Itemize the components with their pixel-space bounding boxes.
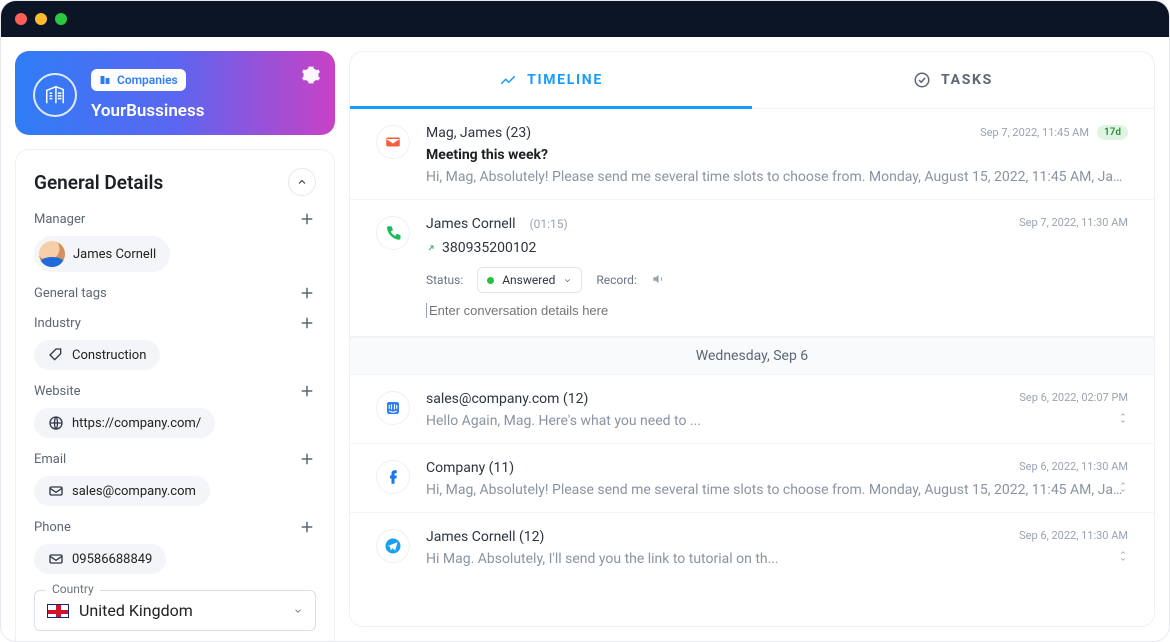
timeline-item[interactable]: James Cornell (12) Hi Mag. Absolutely, I… — [350, 513, 1154, 581]
website-chip[interactable]: https://company.com/ — [34, 408, 215, 438]
timeline-author: James Cornell — [426, 216, 516, 232]
manager-name: James Cornell — [73, 247, 156, 262]
minimize-window-icon[interactable] — [35, 13, 47, 25]
timeline-author: sales@company.com (12) — [426, 391, 588, 407]
call-number: 380935200102 — [442, 240, 536, 256]
conversation-details-input[interactable] — [426, 303, 1128, 318]
intercom-icon — [376, 391, 410, 425]
timeline-preview: Hello Again, Mag. Here's what you need t… — [426, 413, 1128, 429]
country-label: Country — [46, 582, 100, 596]
facebook-icon — [376, 460, 410, 494]
timeline-time: Sep 6, 2022, 02:07 PM — [1019, 391, 1128, 404]
add-tag-button[interactable] — [298, 284, 316, 302]
manager-label: Manager — [34, 212, 85, 227]
company-header-card: Companies YourBussiness — [15, 51, 335, 135]
mail-icon — [48, 483, 64, 499]
mail-icon — [48, 551, 64, 567]
status-dot-icon — [487, 277, 494, 284]
settings-icon[interactable] — [301, 65, 321, 85]
industry-value: Construction — [72, 348, 146, 363]
tab-timeline[interactable]: TIMELINE — [350, 52, 752, 108]
content-area: Companies YourBussiness General Details … — [1, 37, 1169, 641]
status-value: Answered — [502, 273, 555, 287]
manager-chip[interactable]: James Cornell — [34, 236, 170, 272]
timeline-author: Mag, James (23) — [426, 125, 531, 141]
email-icon — [376, 125, 410, 159]
panel-title: General Details — [34, 171, 163, 194]
collapse-panel-button[interactable] — [288, 168, 316, 196]
website-label: Website — [34, 384, 81, 399]
close-window-icon[interactable] — [15, 13, 27, 25]
email-chip[interactable]: sales@company.com — [34, 476, 210, 506]
timeline-preview: Hi Mag. Absolutely, I'll send you the li… — [426, 551, 1128, 567]
telegram-icon — [376, 529, 410, 563]
add-manager-button[interactable] — [298, 210, 316, 228]
add-phone-button[interactable] — [298, 518, 316, 536]
country-value: United Kingdom — [79, 601, 193, 620]
left-pane: Companies YourBussiness General Details … — [15, 51, 335, 627]
country-field[interactable]: Country United Kingdom — [34, 590, 316, 631]
email-value: sales@company.com — [72, 484, 196, 499]
timeline-time: Sep 7, 2022, 11:45 AM — [980, 126, 1089, 139]
timeline-item[interactable]: Mag, James (23) Meeting this week? Hi, M… — [350, 109, 1154, 200]
tab-bar: TIMELINE TASKS — [350, 52, 1154, 109]
tab-tasks[interactable]: TASKS — [752, 52, 1154, 108]
day-divider: Wednesday, Sep 6 — [350, 337, 1154, 375]
maximize-window-icon[interactable] — [55, 13, 67, 25]
timeline-icon — [499, 71, 517, 89]
breadcrumb-label: Companies — [117, 73, 178, 87]
tasks-icon — [913, 71, 931, 89]
window-titlebar — [1, 1, 1169, 37]
phone-value: 09586688849 — [72, 552, 152, 567]
timeline-subject: Meeting this week? — [426, 147, 1128, 163]
expand-icon[interactable] — [1118, 411, 1128, 425]
timeline-feed[interactable]: Mag, James (23) Meeting this week? Hi, M… — [350, 109, 1154, 626]
call-status-select[interactable]: Answered — [477, 267, 582, 293]
industry-label: Industry — [34, 316, 81, 331]
right-pane: TIMELINE TASKS Mag, James (23) Meeting t… — [349, 51, 1155, 627]
timeline-author: Company (11) — [426, 460, 514, 476]
chevron-down-icon — [563, 276, 572, 285]
globe-icon — [48, 415, 64, 431]
call-duration: (01:15) — [530, 217, 568, 231]
phone-label: Phone — [34, 520, 71, 535]
website-value: https://company.com/ — [72, 416, 201, 431]
chevron-down-icon — [293, 606, 303, 616]
phone-chip[interactable]: 09586688849 — [34, 544, 166, 574]
status-label: Status: — [426, 273, 463, 287]
call-icon — [376, 216, 410, 250]
app-window: Companies YourBussiness General Details … — [0, 0, 1170, 642]
timeline-time: Sep 6, 2022, 11:30 AM — [1019, 460, 1128, 473]
tag-icon — [48, 347, 64, 363]
email-label: Email — [34, 452, 66, 467]
expand-icon[interactable] — [1118, 480, 1128, 494]
timeline-time: Sep 7, 2022, 11:30 AM — [1019, 216, 1128, 229]
timeline-item[interactable]: James Cornell (01:15) 380935200102 Statu… — [350, 200, 1154, 337]
outgoing-arrow-icon — [426, 238, 436, 257]
general-details-panel: General Details Manager James Cornell Ge… — [15, 149, 335, 641]
timeline-item[interactable]: sales@company.com (12) Hello Again, Mag.… — [350, 375, 1154, 444]
add-industry-button[interactable] — [298, 314, 316, 332]
breadcrumb-companies[interactable]: Companies — [91, 69, 186, 91]
tab-timeline-label: TIMELINE — [527, 72, 603, 88]
tab-tasks-label: TASKS — [941, 72, 993, 88]
add-email-button[interactable] — [298, 450, 316, 468]
age-badge: 17d — [1097, 125, 1128, 140]
timeline-item[interactable]: Company (11) Hi, Mag, Absolutely! Please… — [350, 444, 1154, 513]
industry-chip[interactable]: Construction — [34, 340, 160, 370]
avatar — [39, 241, 65, 267]
flag-icon — [47, 604, 69, 618]
company-title: YourBussiness — [91, 101, 204, 121]
timeline-preview: Hi, Mag, Absolutely! Please send me seve… — [426, 482, 1128, 498]
timeline-time: Sep 6, 2022, 11:30 AM — [1019, 529, 1128, 542]
building-icon — [33, 73, 77, 117]
tags-label: General tags — [34, 286, 107, 301]
play-recording-button[interactable] — [651, 272, 665, 289]
expand-icon[interactable] — [1118, 549, 1128, 563]
timeline-author: James Cornell (12) — [426, 529, 544, 545]
timeline-preview: Hi, Mag, Absolutely! Please send me seve… — [426, 169, 1128, 185]
record-label: Record: — [596, 273, 637, 287]
add-website-button[interactable] — [298, 382, 316, 400]
